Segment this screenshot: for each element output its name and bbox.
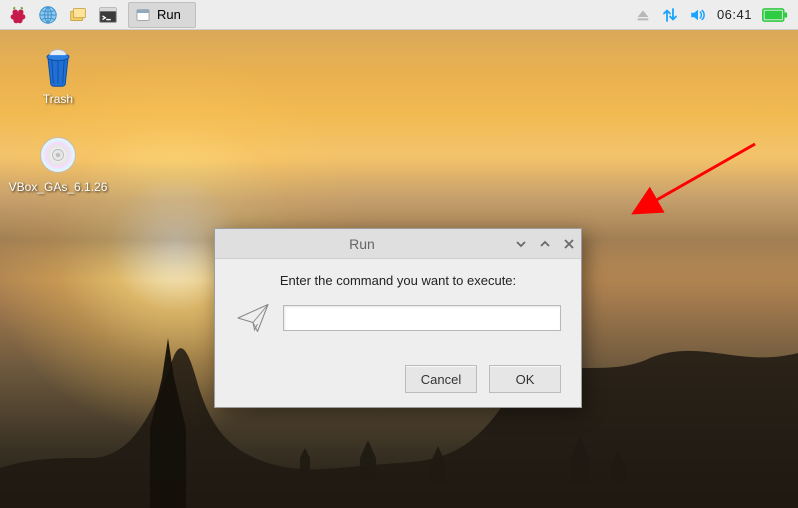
button-label: OK xyxy=(516,372,535,387)
raspberry-pi-icon xyxy=(7,4,29,26)
dialog-title: Run xyxy=(215,236,509,252)
chevron-up-icon xyxy=(539,238,551,250)
paper-plane-icon xyxy=(235,300,271,336)
terminal-launcher[interactable] xyxy=(94,2,122,28)
ok-button[interactable]: OK xyxy=(489,365,561,393)
tray-clock[interactable]: 06:41 xyxy=(717,7,752,22)
desktop-icon-label: Trash xyxy=(43,92,73,106)
chevron-down-icon xyxy=(515,238,527,250)
button-label: Cancel xyxy=(421,372,461,387)
taskbar-entry-label: Run xyxy=(157,7,181,22)
web-browser-launcher[interactable] xyxy=(34,2,62,28)
run-dialog: Run Enter the command you want to execut… xyxy=(214,228,582,408)
disc-icon xyxy=(35,132,81,178)
close-icon xyxy=(563,238,575,250)
dialog-titlebar[interactable]: Run xyxy=(215,229,581,259)
window-maximize-button[interactable] xyxy=(533,232,557,256)
window-close-button[interactable] xyxy=(557,232,581,256)
globe-icon xyxy=(37,4,59,26)
volume-icon[interactable] xyxy=(689,6,707,24)
taskbar: Run 06:41 xyxy=(0,0,798,30)
window-minimize-button[interactable] xyxy=(509,232,533,256)
desktop-icons: Trash VBox_GAs_6.1.26 xyxy=(18,44,98,195)
terminal-icon xyxy=(97,4,119,26)
window-icon xyxy=(135,7,151,23)
start-menu-button[interactable] xyxy=(4,2,32,28)
desktop-icon-label: VBox_GAs_6.1.26 xyxy=(9,180,108,194)
taskbar-entry-run[interactable]: Run xyxy=(128,2,196,28)
command-input[interactable] xyxy=(283,305,561,331)
desktop-icon-vbox-gas[interactable]: VBox_GAs_6.1.26 xyxy=(18,132,98,194)
battery-icon[interactable] xyxy=(762,7,788,23)
trash-icon xyxy=(35,44,81,90)
folders-icon xyxy=(67,4,89,26)
cancel-button[interactable]: Cancel xyxy=(405,365,477,393)
network-updown-icon[interactable] xyxy=(661,6,679,24)
eject-icon[interactable] xyxy=(635,7,651,23)
dialog-prompt: Enter the command you want to execute: xyxy=(235,273,561,288)
system-tray: 06:41 xyxy=(635,6,794,24)
desktop-icon-trash[interactable]: Trash xyxy=(18,44,98,106)
file-manager-launcher[interactable] xyxy=(64,2,92,28)
